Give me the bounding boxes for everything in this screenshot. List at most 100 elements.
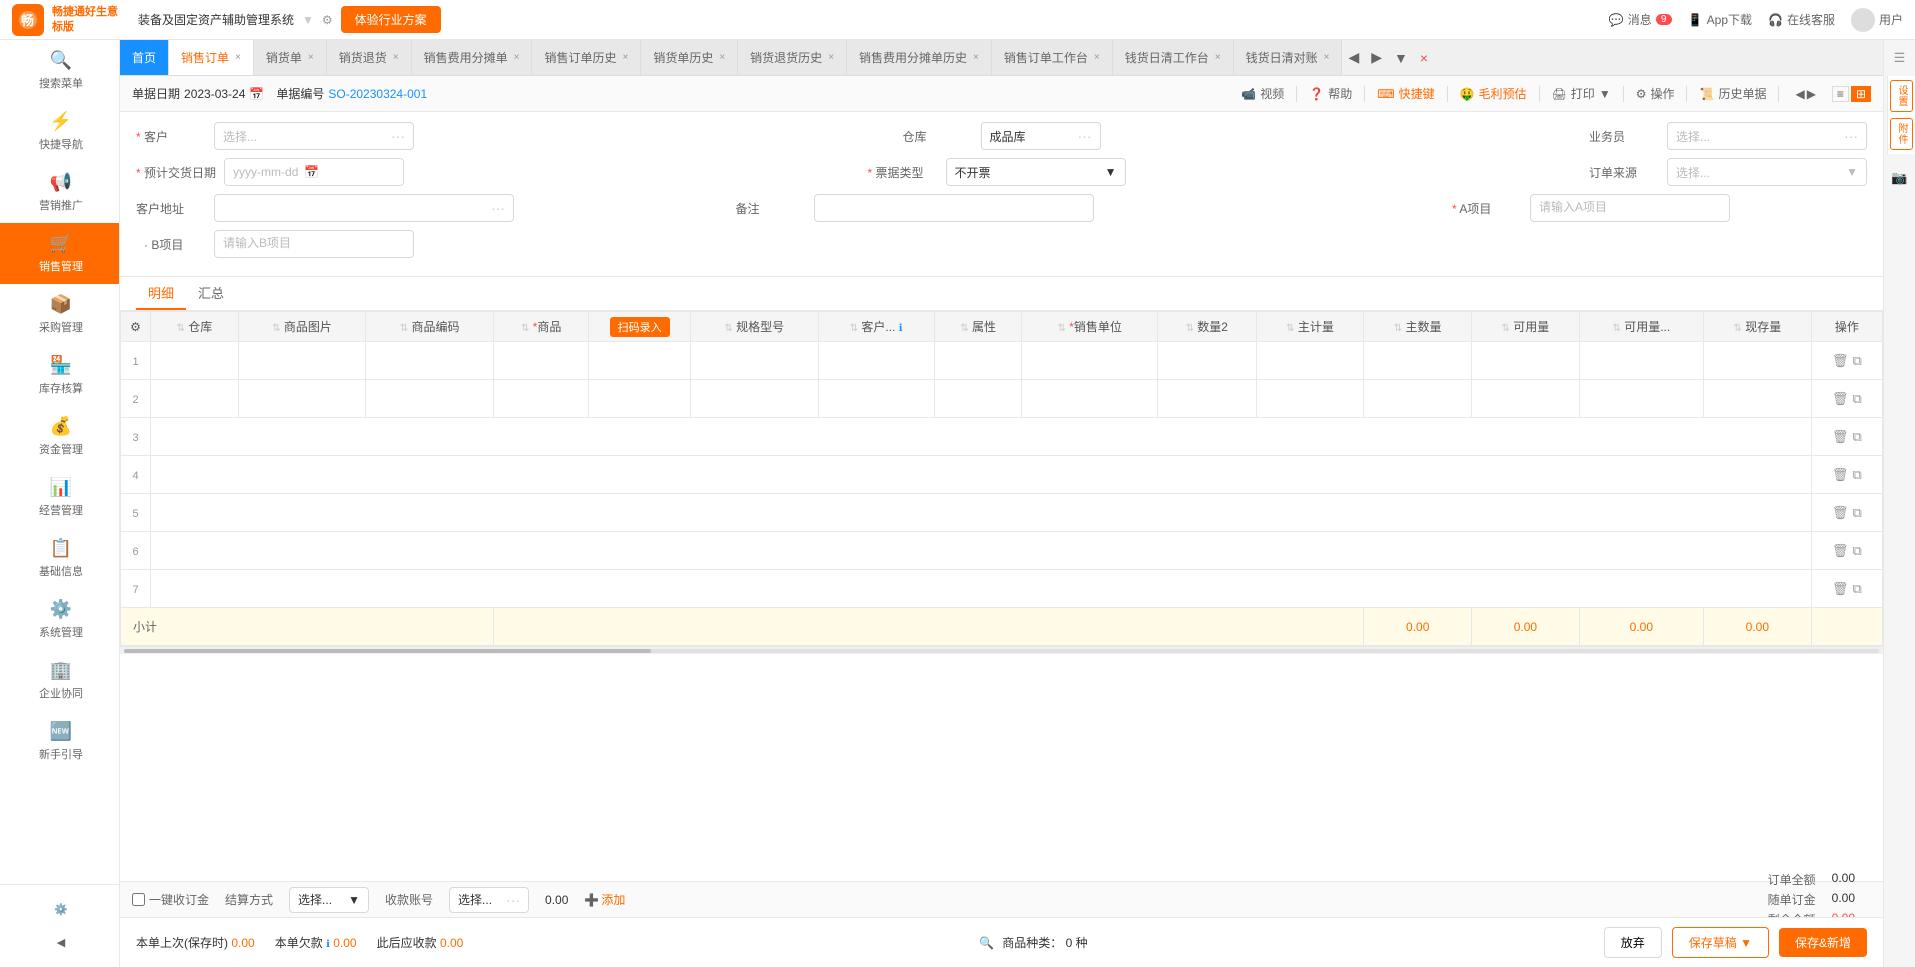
salesperson-dots-icon[interactable]: ··· <box>1844 128 1858 144</box>
row-2-available2[interactable] <box>1579 380 1703 418</box>
col-attribute[interactable]: ⇅ 属性 <box>934 312 1022 342</box>
sidebar-item-quick[interactable]: ⚡ 快捷导航 <box>0 101 119 162</box>
row-7-delete-btn[interactable]: 🗑 <box>1832 581 1849 597</box>
tab-sales-order-close[interactable]: × <box>235 52 241 63</box>
tab-expense-history[interactable]: 销售费用分摊单历史 × <box>847 40 992 76</box>
operation-btn[interactable]: ⚙ 操作 <box>1636 85 1675 102</box>
sidebar-collapse-btn[interactable]: ◀ <box>0 926 119 959</box>
trial-button[interactable]: 体验行业方案 <box>341 6 441 33</box>
print-dropdown-icon[interactable]: ▼ <box>1599 87 1611 101</box>
row-4-copy-btn[interactable]: ⧉ <box>1852 467 1861 483</box>
remark-input[interactable] <box>814 194 1094 222</box>
invoice-type-select[interactable]: 不开票 ▼ <box>946 158 1126 186</box>
address-dots-icon[interactable]: ··· <box>491 200 505 216</box>
settings-icon[interactable]: ⚙ <box>322 13 333 27</box>
payment-method-select[interactable]: 选择... ▼ <box>289 887 369 913</box>
tab-menu-btn[interactable]: ▼ <box>1388 40 1414 76</box>
row-2-available[interactable] <box>1472 380 1580 418</box>
sidebar-item-inventory[interactable]: 🏪 库存核算 <box>0 345 119 406</box>
row-1-copy-btn[interactable]: ⧉ <box>1852 353 1861 369</box>
col-sales-unit[interactable]: ⇅ *销售单位 <box>1022 312 1157 342</box>
sidebar-item-enterprise[interactable]: 🏢 企业协同 <box>0 650 119 711</box>
a-project-input[interactable]: 请输入A项目 <box>1530 194 1730 222</box>
row-1-scan[interactable] <box>589 342 690 380</box>
sidebar-item-marketing[interactable]: 📢 营销推广 <box>0 162 119 223</box>
col-main-unit[interactable]: ⇅ 主计量 <box>1256 312 1364 342</box>
row-1-stock[interactable] <box>1704 342 1812 380</box>
tab-order-history[interactable]: 销售订单历史 × <box>532 40 641 76</box>
online-service-btn[interactable]: 🎧 在线客服 <box>1768 11 1835 28</box>
right-icon-5[interactable]: 📷 <box>1886 164 1914 192</box>
col-code[interactable]: ⇅ 商品编码 <box>366 312 494 342</box>
scrollbar-thumb[interactable] <box>124 649 651 653</box>
tab-sales-order[interactable]: 销售订单 × <box>169 40 254 76</box>
row-2-main-qty[interactable] <box>1364 380 1472 418</box>
warehouse-dots-icon[interactable]: ··· <box>1078 128 1092 144</box>
row-2-delete-btn[interactable]: 🗑 <box>1832 391 1849 407</box>
customer-select[interactable]: 选择... ··· <box>214 122 414 150</box>
col-settings[interactable]: ⚙ <box>121 312 151 342</box>
tab-close-all-btn[interactable]: × <box>1414 40 1434 76</box>
row-1-available[interactable] <box>1472 342 1580 380</box>
col-available2[interactable]: ⇅ 可用量... <box>1579 312 1703 342</box>
discard-button[interactable]: 放弃 <box>1604 927 1662 958</box>
sub-tab-detail[interactable]: 明细 <box>136 277 186 310</box>
col-stock[interactable]: ⇅ 现存量 <box>1704 312 1812 342</box>
tab-return-history-close[interactable]: × <box>719 52 725 63</box>
row-1-code[interactable] <box>366 342 494 380</box>
tab-sales-refund[interactable]: 销货退货 × <box>327 40 412 76</box>
tab-sales-refund-close[interactable]: × <box>393 52 399 63</box>
row-1-sales-unit[interactable] <box>1022 342 1157 380</box>
row-1-customer-code[interactable] <box>818 342 934 380</box>
row-1-main-unit[interactable] <box>1256 342 1364 380</box>
col-customer-code[interactable]: ⇅ 客户... ℹ <box>818 312 934 342</box>
row-2-code[interactable] <box>366 380 494 418</box>
receipt-account-dots[interactable]: ··· <box>506 892 520 908</box>
row-1-qty2[interactable] <box>1157 342 1256 380</box>
row-2-main-unit[interactable] <box>1256 380 1364 418</box>
user-btn[interactable]: 用户 <box>1851 8 1903 32</box>
save-button[interactable]: 保存&新增 <box>1779 928 1867 957</box>
help-btn[interactable]: ❓ 帮助 <box>1309 85 1352 102</box>
draft-dropdown-icon[interactable]: ▼ <box>1740 936 1752 950</box>
shortcut-btn[interactable]: ⌨ 快捷键 <box>1377 85 1434 102</box>
row-5-copy-btn[interactable]: ⧉ <box>1852 505 1861 521</box>
row-7-copy-btn[interactable]: ⧉ <box>1852 581 1861 597</box>
add-btn[interactable]: ➕ 添加 <box>584 891 625 908</box>
tab-expense-split[interactable]: 销售费用分摊单 × <box>412 40 533 76</box>
col-warehouse[interactable]: ⇅ 仓库 <box>151 312 239 342</box>
sidebar-item-sales[interactable]: 🛒 销售管理 <box>0 223 119 284</box>
delivery-date-input[interactable]: yyyy-mm-dd 📅 <box>224 158 404 186</box>
col-spec[interactable]: ⇅ 规格型号 <box>690 312 818 342</box>
row-6-copy-btn[interactable]: ⧉ <box>1852 543 1861 559</box>
row-2-product[interactable] <box>493 380 589 418</box>
row-1-main-qty[interactable] <box>1364 342 1472 380</box>
tab-expense-history-close[interactable]: × <box>973 52 979 63</box>
row-2-customer-code[interactable] <box>818 380 934 418</box>
receipt-account-select[interactable]: 选择... ··· <box>449 887 529 913</box>
sidebar-item-search[interactable]: 🔍 搜索菜单 <box>0 40 119 101</box>
row-2-image[interactable] <box>238 380 366 418</box>
row-2-scan[interactable] <box>589 380 690 418</box>
tab-receivable-clear-close[interactable]: × <box>1215 52 1221 63</box>
sidebar-item-base[interactable]: 📋 基础信息 <box>0 528 119 589</box>
tab-refund-history[interactable]: 销货退货历史 × <box>738 40 847 76</box>
row-2-spec[interactable] <box>690 380 818 418</box>
row-4-delete-btn[interactable]: 🗑 <box>1832 467 1849 483</box>
horizontal-scrollbar[interactable] <box>120 646 1883 654</box>
address-input[interactable]: ··· <box>214 194 514 222</box>
tab-return-history[interactable]: 销货单历史 × <box>641 40 738 76</box>
tab-receivable-clear[interactable]: 钱货日清工作台 × <box>1113 40 1234 76</box>
row-1-attribute[interactable] <box>934 342 1022 380</box>
tab-expense-split-close[interactable]: × <box>514 52 520 63</box>
b-project-input[interactable]: 请输入B项目 <box>214 230 414 258</box>
row-6-delete-btn[interactable]: 🗑 <box>1832 543 1849 559</box>
sidebar-item-operation[interactable]: 📊 经营管理 <box>0 467 119 528</box>
tab-order-workbench[interactable]: 销售订单工作台 × <box>992 40 1113 76</box>
warehouse-select[interactable]: 成品库 ··· <box>981 122 1101 150</box>
row-2-attribute[interactable] <box>934 380 1022 418</box>
salesperson-select[interactable]: 选择... ··· <box>1667 122 1867 150</box>
history-btn[interactable]: 📜 历史单据 <box>1699 85 1766 102</box>
list-view-btn[interactable]: ≡ <box>1832 86 1849 102</box>
calendar-icon[interactable]: 📅 <box>249 87 264 101</box>
